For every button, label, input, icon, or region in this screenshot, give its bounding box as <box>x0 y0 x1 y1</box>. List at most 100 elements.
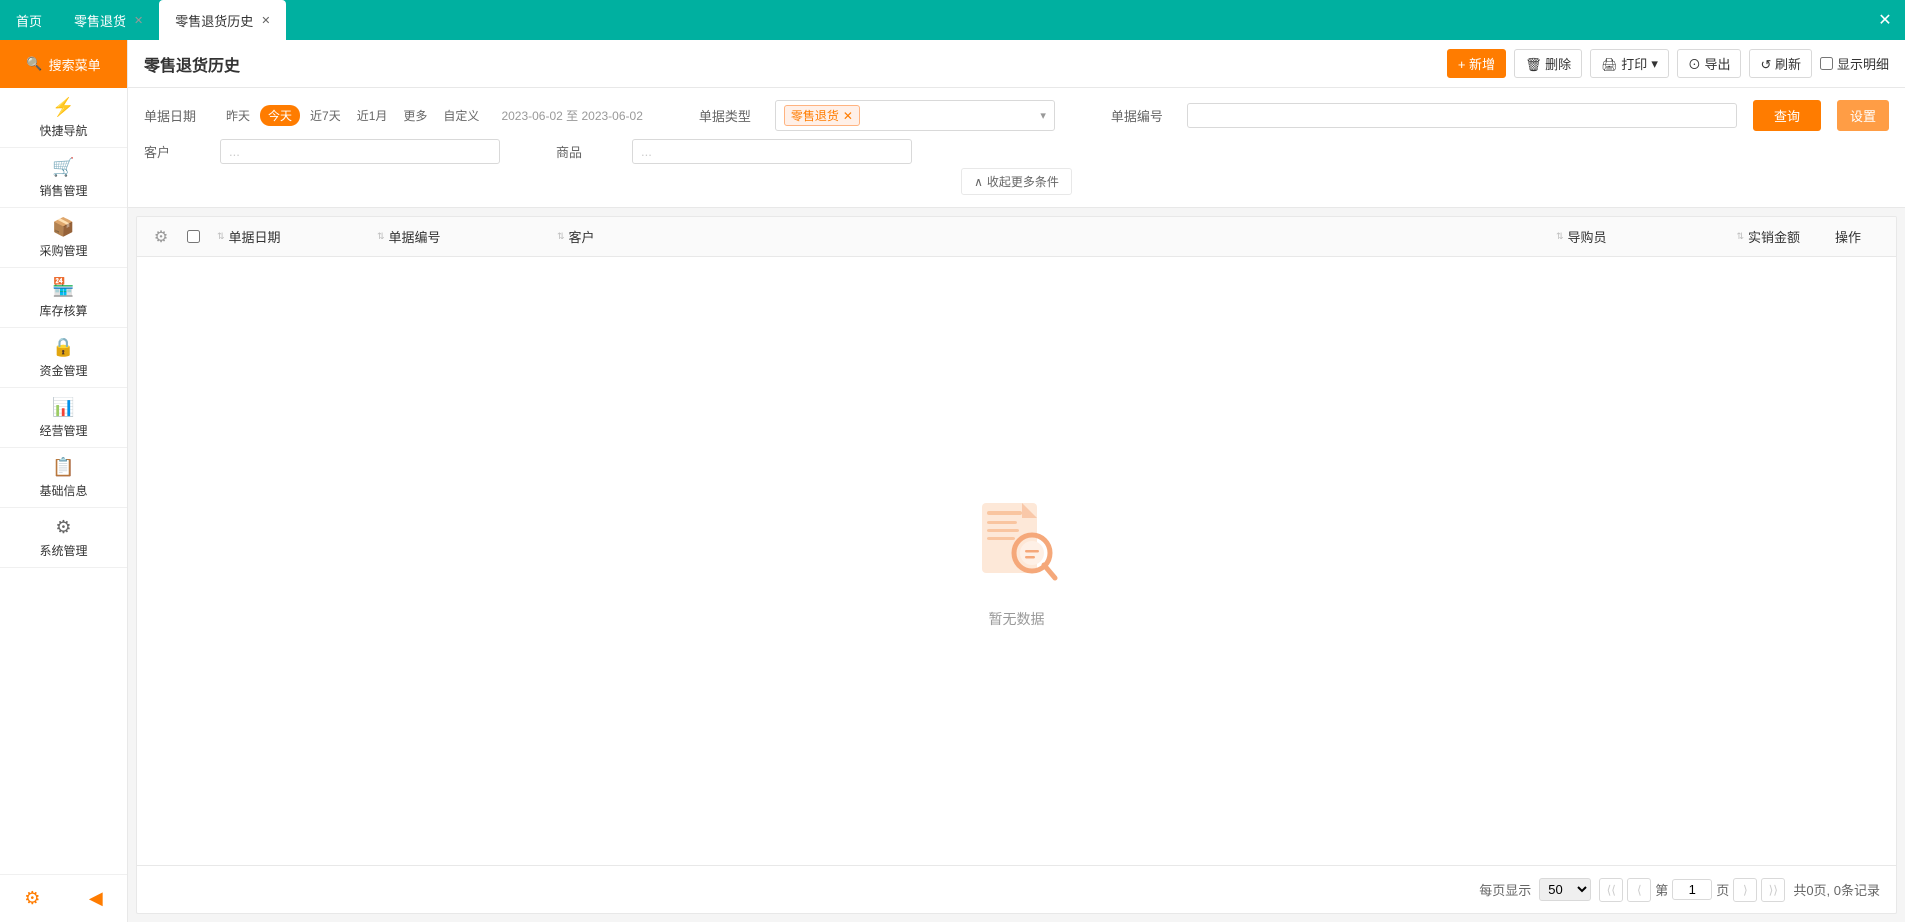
sidebar-item-system[interactable]: ⚙ 系统管理 <box>0 508 127 568</box>
sidebar-item-sales[interactable]: 🛒 销售管理 <box>0 148 127 208</box>
sidebar-item-operations[interactable]: 📊 经营管理 <box>0 388 127 448</box>
page-header: 零售退货历史 + 新增 🗑 删除 🖨 打印 ▾ ⊙ 导出 ↺ 刷新 <box>128 40 1905 88</box>
sidebar-item-system-label: 系统管理 <box>39 542 87 559</box>
last-page-btn[interactable]: ⟩⟩ <box>1761 878 1785 902</box>
next-page-btn[interactable]: ⟩ <box>1733 878 1757 902</box>
settings-button[interactable]: 设置 <box>1837 100 1889 131</box>
system-icon: ⚙ <box>55 517 71 538</box>
query-button[interactable]: 查询 <box>1753 100 1821 131</box>
collapse-row: ∧ 收起更多条件 <box>144 168 1889 195</box>
tab-retail-return-history[interactable]: 零售退货历史 ✕ <box>159 0 286 40</box>
sidebar-search-label: 搜索菜单 <box>49 55 101 74</box>
type-tag: 零售退货 ✕ <box>784 105 860 126</box>
add-button[interactable]: + 新增 <box>1447 49 1506 78</box>
per-page-label: 每页显示 <box>1479 880 1531 899</box>
tab-home-label: 首页 <box>16 11 42 30</box>
first-page-btn[interactable]: ⟨⟨ <box>1599 878 1623 902</box>
empty-illustration <box>967 493 1067 593</box>
sidebar-item-finance[interactable]: 🔒 资金管理 <box>0 328 127 388</box>
tab-retail-return-close[interactable]: ✕ <box>134 14 143 27</box>
date-more[interactable]: 更多 <box>397 105 433 126</box>
settings-bottom-icon[interactable]: ⚙ <box>24 888 40 909</box>
collapse-button[interactable]: ∧ 收起更多条件 <box>961 168 1072 195</box>
sort-guide-icon: ⇅ <box>1556 231 1564 242</box>
settings-button-label: 设置 <box>1850 106 1876 125</box>
col-id-label: 单据编号 <box>389 227 441 246</box>
col-header-date[interactable]: ⇅ 单据日期 <box>209 227 369 246</box>
delete-button[interactable]: 🗑 删除 <box>1514 49 1582 78</box>
table-settings-icon[interactable]: ⚙ <box>145 227 177 247</box>
select-all-checkbox[interactable] <box>187 230 200 243</box>
col-customer-label: 客户 <box>569 227 595 246</box>
goods-placeholder: ... <box>641 144 652 159</box>
filter-row-1: 单据日期 昨天 今天 近7天 近1月 更多 自定义 2023-06-02 至 2… <box>144 100 1889 131</box>
main-layout: 🔍 搜索菜单 ⚡ 快捷导航 🛒 销售管理 📦 采购管理 🏪 库存核算 🔒 资金管… <box>0 40 1905 922</box>
sort-amount-icon: ⇅ <box>1736 231 1744 242</box>
delete-button-label: 🗑 删除 <box>1525 54 1571 73</box>
date-7days[interactable]: 近7天 <box>304 105 347 126</box>
voucher-filter-label: 单据编号 <box>1111 106 1171 125</box>
refresh-button[interactable]: ↺ 刷新 <box>1749 49 1812 78</box>
top-nav: 首页 零售退货 ✕ 零售退货历史 ✕ ✕ <box>0 0 1905 40</box>
collapse-sidebar-icon[interactable]: ◀ <box>89 888 103 909</box>
col-action-label: 操作 <box>1835 227 1861 246</box>
print-button[interactable]: 🖨 打印 ▾ <box>1590 49 1669 78</box>
search-icon: 🔍 <box>26 56 42 72</box>
sidebar-search[interactable]: 🔍 搜索菜单 <box>0 40 127 88</box>
table-header: ⚙ ⇅ 单据日期 ⇅ 单据编号 ⇅ 客户 ⇅ 导购员 <box>137 217 1896 257</box>
toolbar: + 新增 🗑 删除 🖨 打印 ▾ ⊙ 导出 ↺ 刷新 显示明细 <box>1447 49 1889 78</box>
tab-retail-return[interactable]: 零售退货 ✕ <box>58 0 159 40</box>
add-button-label: + 新增 <box>1458 54 1495 73</box>
sidebar-item-inventory[interactable]: 🏪 库存核算 <box>0 268 127 328</box>
tab-retail-return-label: 零售退货 <box>74 11 126 30</box>
sidebar-item-operations-label: 经营管理 <box>39 422 87 439</box>
type-tag-close[interactable]: ✕ <box>843 109 853 123</box>
customer-select[interactable]: ... <box>220 139 500 164</box>
col-header-action: 操作 <box>1808 227 1888 246</box>
sort-asc-icon: ⇅ <box>217 231 225 242</box>
sidebar: 🔍 搜索菜单 ⚡ 快捷导航 🛒 销售管理 📦 采购管理 🏪 库存核算 🔒 资金管… <box>0 40 128 922</box>
total-label: 共0页, 0条记录 <box>1793 880 1880 899</box>
sidebar-item-purchase[interactable]: 📦 采购管理 <box>0 208 127 268</box>
collapse-label: 收起更多条件 <box>987 173 1059 190</box>
empty-text: 暂无数据 <box>989 609 1045 629</box>
sidebar-item-inventory-label: 库存核算 <box>39 302 87 319</box>
sidebar-item-purchase-label: 采购管理 <box>39 242 87 259</box>
content-area: 零售退货历史 + 新增 🗑 删除 🖨 打印 ▾ ⊙ 导出 ↺ 刷新 <box>128 40 1905 922</box>
voucher-input[interactable] <box>1187 103 1737 128</box>
tab-home[interactable]: 首页 <box>0 0 58 40</box>
page-unit: 页 <box>1716 880 1729 899</box>
col-guide-label: 导购员 <box>1568 227 1607 246</box>
col-header-customer[interactable]: ⇅ 客户 <box>549 227 1548 246</box>
collapse-icon: ∧ <box>974 175 983 189</box>
export-button[interactable]: ⊙ 导出 <box>1677 49 1742 78</box>
show-detail-checkbox-label[interactable]: 显示明细 <box>1820 54 1889 73</box>
sales-icon: 🛒 <box>52 157 74 178</box>
page-input[interactable] <box>1672 879 1712 900</box>
table-area: ⚙ ⇅ 单据日期 ⇅ 单据编号 ⇅ 客户 ⇅ 导购员 <box>136 216 1897 914</box>
tab-retail-return-history-close[interactable]: ✕ <box>261 14 270 27</box>
date-1month[interactable]: 近1月 <box>351 105 394 126</box>
col-header-guide[interactable]: ⇅ 导购员 <box>1548 227 1688 246</box>
date-yesterday[interactable]: 昨天 <box>220 105 256 126</box>
col-header-id[interactable]: ⇅ 单据编号 <box>369 227 549 246</box>
goods-select[interactable]: ... <box>632 139 912 164</box>
table-select-all-col[interactable] <box>177 230 209 243</box>
date-today[interactable]: 今天 <box>260 105 300 126</box>
type-select[interactable]: 零售退货 ✕ ▾ <box>775 100 1055 131</box>
basic-icon: 📋 <box>52 457 74 478</box>
per-page-select[interactable]: 50 10 20 100 <box>1539 878 1591 901</box>
col-header-amount[interactable]: ⇅ 实销金额 <box>1688 227 1808 246</box>
prev-page-btn[interactable]: ⟨ <box>1627 878 1651 902</box>
operations-icon: 📊 <box>52 397 74 418</box>
show-detail-checkbox[interactable] <box>1820 57 1833 70</box>
sidebar-item-basic[interactable]: 📋 基础信息 <box>0 448 127 508</box>
sidebar-item-quick-nav[interactable]: ⚡ 快捷导航 <box>0 88 127 148</box>
date-range-display: 2023-06-02 至 2023-06-02 <box>501 107 642 124</box>
sidebar-item-sales-label: 销售管理 <box>39 182 87 199</box>
empty-state: 暂无数据 <box>137 257 1896 865</box>
date-custom[interactable]: 自定义 <box>437 105 485 126</box>
customer-placeholder: ... <box>229 144 240 159</box>
inventory-icon: 🏪 <box>52 277 74 298</box>
window-close-button[interactable]: ✕ <box>1865 0 1905 40</box>
